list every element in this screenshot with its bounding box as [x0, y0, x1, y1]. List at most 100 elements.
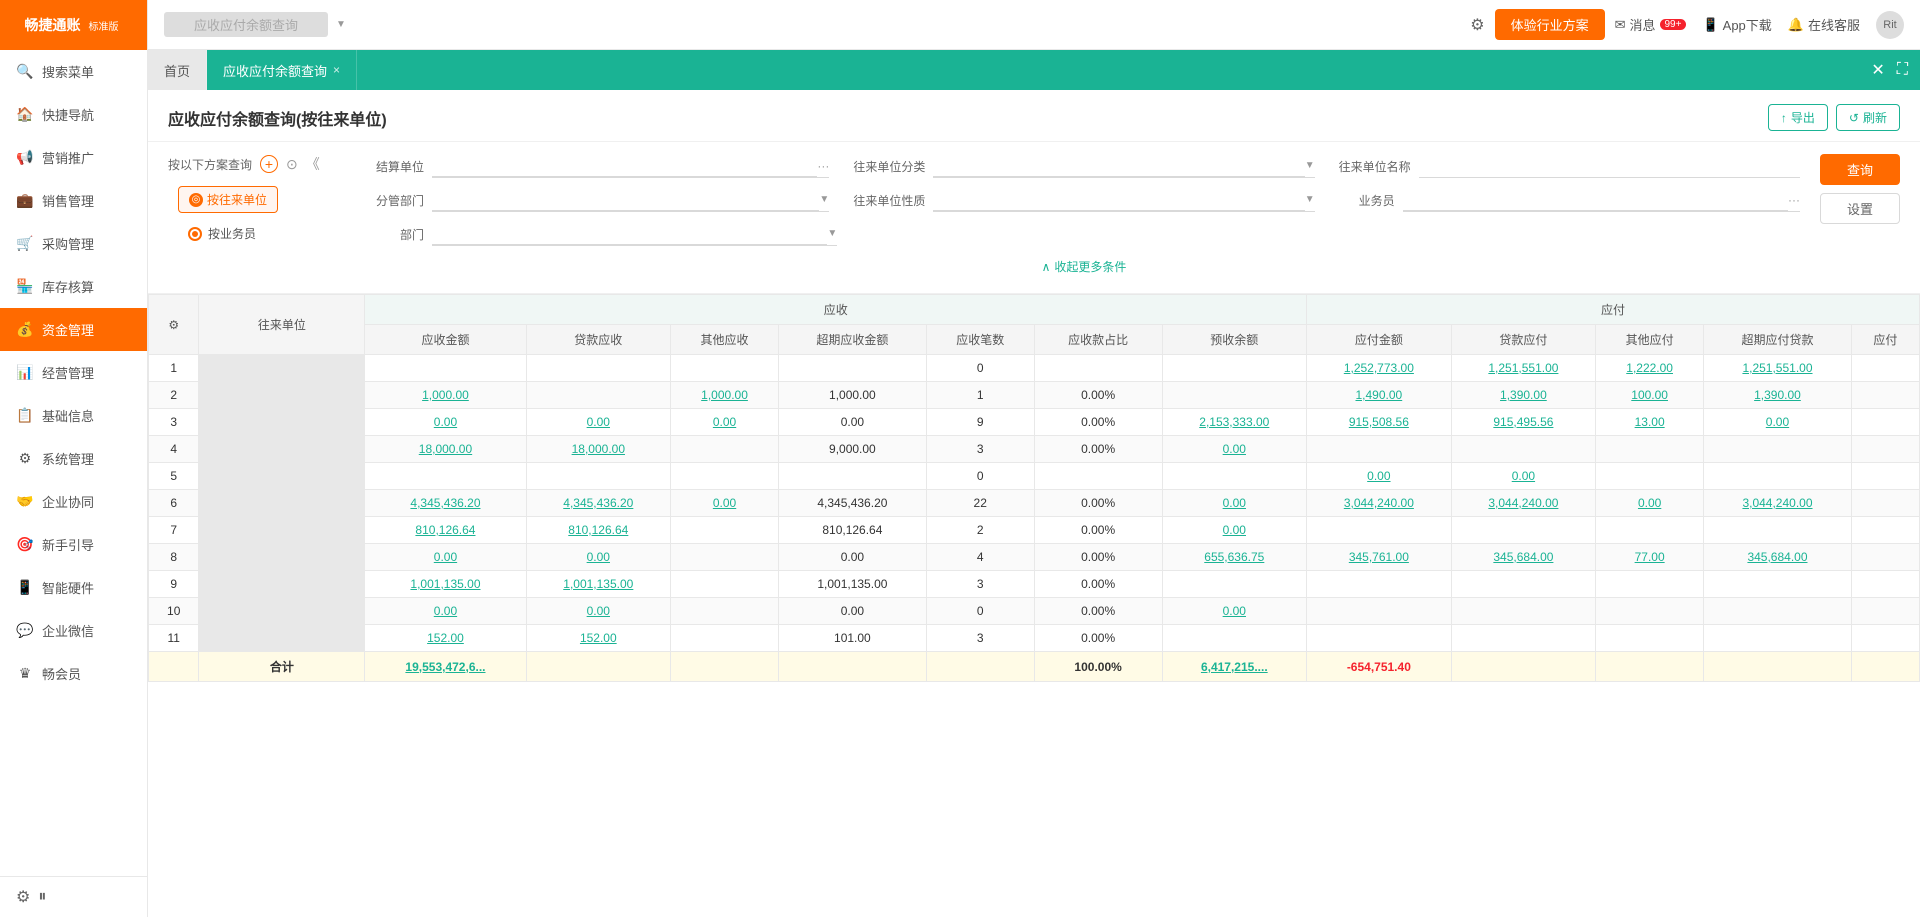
- row-ar-loan[interactable]: 18,000.00: [526, 436, 671, 463]
- row-ar-loan[interactable]: [526, 355, 671, 382]
- row-ar-loan[interactable]: 0.00: [526, 544, 671, 571]
- row-advance[interactable]: 655,636.75: [1162, 544, 1307, 571]
- row-ap-other[interactable]: 13.00: [1596, 409, 1704, 436]
- online-service-button[interactable]: 🔔 在线客服: [1788, 15, 1860, 34]
- sidebar-item-vip[interactable]: ♛ 畅会员: [0, 652, 147, 695]
- row-ap-other[interactable]: [1596, 436, 1704, 463]
- unit-category-chevron-icon[interactable]: ▼: [1305, 160, 1315, 171]
- row-ap-overdue[interactable]: [1704, 436, 1852, 463]
- scheme-by-unit[interactable]: ◎ 按往来单位: [178, 186, 278, 213]
- row-ar-loan[interactable]: [526, 463, 671, 490]
- row-ar-amount[interactable]: [365, 355, 526, 382]
- row-ap-amount[interactable]: 1,490.00: [1307, 382, 1452, 409]
- settings-button[interactable]: 设置: [1820, 193, 1900, 224]
- row-ap-overdue[interactable]: 0.00: [1704, 409, 1852, 436]
- tab-expand-icon[interactable]: ⛶: [1897, 61, 1908, 79]
- row-ar-other[interactable]: [671, 355, 779, 382]
- header-gear-icon[interactable]: ⚙: [1470, 15, 1484, 35]
- sidebar-item-guide[interactable]: 🎯 新手引导: [0, 523, 147, 566]
- row-ap-loan[interactable]: 3,044,240.00: [1451, 490, 1596, 517]
- row-ar-amount[interactable]: 1,001,135.00: [365, 571, 526, 598]
- sidebar-item-search-menu[interactable]: 🔍 搜索菜单: [0, 50, 147, 93]
- filter-setting-icon[interactable]: ⊙: [286, 156, 298, 173]
- sidebar-item-basic-info[interactable]: 📋 基础信息: [0, 394, 147, 437]
- row-ar-other[interactable]: [671, 598, 779, 625]
- row-ap-amount[interactable]: 345,761.00: [1307, 544, 1452, 571]
- sidebar-item-system[interactable]: ⚙ 系统管理: [0, 437, 147, 480]
- th-settings[interactable]: ⚙: [149, 295, 199, 355]
- row-ap-amount[interactable]: 1,252,773.00: [1307, 355, 1452, 382]
- row-ar-loan[interactable]: 1,001,135.00: [526, 571, 671, 598]
- sidebar-item-enterprise[interactable]: 🤝 企业协同: [0, 480, 147, 523]
- sidebar-item-finance[interactable]: 💰 资金管理: [0, 308, 147, 351]
- row-ap-overdue[interactable]: 3,044,240.00: [1704, 490, 1852, 517]
- user-avatar[interactable]: Rit: [1876, 11, 1904, 39]
- tab-close-icon[interactable]: ×: [333, 63, 340, 77]
- row-ap-overdue[interactable]: [1704, 463, 1852, 490]
- tab-close-window-icon[interactable]: ✕: [1871, 60, 1884, 80]
- row-ap-other[interactable]: 0.00: [1596, 490, 1704, 517]
- unit-category-input[interactable]: [933, 154, 1304, 177]
- row-ar-other[interactable]: [671, 544, 779, 571]
- row-ap-amount[interactable]: 915,508.56: [1307, 409, 1452, 436]
- row-ap-amount[interactable]: [1307, 517, 1452, 544]
- row-ap-loan[interactable]: 915,495.56: [1451, 409, 1596, 436]
- row-ar-amount[interactable]: 0.00: [365, 409, 526, 436]
- row-ap-loan[interactable]: [1451, 625, 1596, 652]
- sidebar-settings-icon[interactable]: ⚙: [16, 887, 30, 907]
- settlement-unit-dots-icon[interactable]: ···: [817, 159, 829, 173]
- row-ar-amount[interactable]: [365, 463, 526, 490]
- dept-manager-input[interactable]: [432, 188, 819, 211]
- settlement-unit-input[interactable]: [432, 154, 817, 177]
- row-ar-other[interactable]: [671, 625, 779, 652]
- row-ar-other[interactable]: [671, 517, 779, 544]
- sidebar-item-quick-nav[interactable]: 🏠 快捷导航: [0, 93, 147, 136]
- row-ap-amount[interactable]: [1307, 598, 1452, 625]
- row-advance[interactable]: [1162, 463, 1307, 490]
- row-ap-loan[interactable]: [1451, 598, 1596, 625]
- row-ap-other[interactable]: [1596, 571, 1704, 598]
- row-ap-loan[interactable]: 0.00: [1451, 463, 1596, 490]
- row-advance[interactable]: 0.00: [1162, 598, 1307, 625]
- row-ar-other[interactable]: 0.00: [671, 409, 779, 436]
- salesperson-dots-icon[interactable]: ···: [1788, 193, 1800, 207]
- row-ap-amount[interactable]: [1307, 436, 1452, 463]
- row-advance[interactable]: 0.00: [1162, 517, 1307, 544]
- row-ar-other[interactable]: [671, 571, 779, 598]
- row-ap-overdue[interactable]: [1704, 517, 1852, 544]
- row-ap-overdue[interactable]: [1704, 625, 1852, 652]
- row-ar-amount[interactable]: 18,000.00: [365, 436, 526, 463]
- row-ar-loan[interactable]: [526, 382, 671, 409]
- row-ap-overdue[interactable]: 345,684.00: [1704, 544, 1852, 571]
- row-ap-amount[interactable]: 0.00: [1307, 463, 1452, 490]
- scheme-by-staff[interactable]: 按业务员: [178, 221, 348, 246]
- row-ar-loan[interactable]: 0.00: [526, 598, 671, 625]
- row-ap-other[interactable]: 1,222.00: [1596, 355, 1704, 382]
- sidebar-item-purchase[interactable]: 🛒 采购管理: [0, 222, 147, 265]
- row-ap-amount[interactable]: [1307, 571, 1452, 598]
- row-ap-loan[interactable]: [1451, 517, 1596, 544]
- row-advance[interactable]: [1162, 571, 1307, 598]
- unit-nature-chevron-icon[interactable]: ▼: [1305, 194, 1315, 205]
- row-ap-overdue[interactable]: [1704, 571, 1852, 598]
- row-ar-other[interactable]: [671, 463, 779, 490]
- row-ap-loan[interactable]: 345,684.00: [1451, 544, 1596, 571]
- row-ap-other[interactable]: [1596, 598, 1704, 625]
- app-download-button[interactable]: 📱 App下载: [1702, 15, 1771, 34]
- row-ap-other[interactable]: 100.00: [1596, 382, 1704, 409]
- row-ap-other[interactable]: [1596, 625, 1704, 652]
- sidebar-item-marketing[interactable]: 📢 营销推广: [0, 136, 147, 179]
- tab-ar-ap[interactable]: 应收应付余额查询 ×: [207, 50, 357, 90]
- sidebar-item-smart-hw[interactable]: 📱 智能硬件: [0, 566, 147, 609]
- row-ar-amount[interactable]: 152.00: [365, 625, 526, 652]
- row-ap-other[interactable]: 77.00: [1596, 544, 1704, 571]
- row-ar-loan[interactable]: 4,345,436.20: [526, 490, 671, 517]
- row-ap-loan[interactable]: 1,390.00: [1451, 382, 1596, 409]
- row-ar-loan[interactable]: 152.00: [526, 625, 671, 652]
- row-advance[interactable]: [1162, 355, 1307, 382]
- row-ap-loan[interactable]: [1451, 436, 1596, 463]
- row-ap-other[interactable]: [1596, 463, 1704, 490]
- row-ap-amount[interactable]: [1307, 625, 1452, 652]
- row-ap-loan[interactable]: 1,251,551.00: [1451, 355, 1596, 382]
- row-ar-amount[interactable]: 1,000.00: [365, 382, 526, 409]
